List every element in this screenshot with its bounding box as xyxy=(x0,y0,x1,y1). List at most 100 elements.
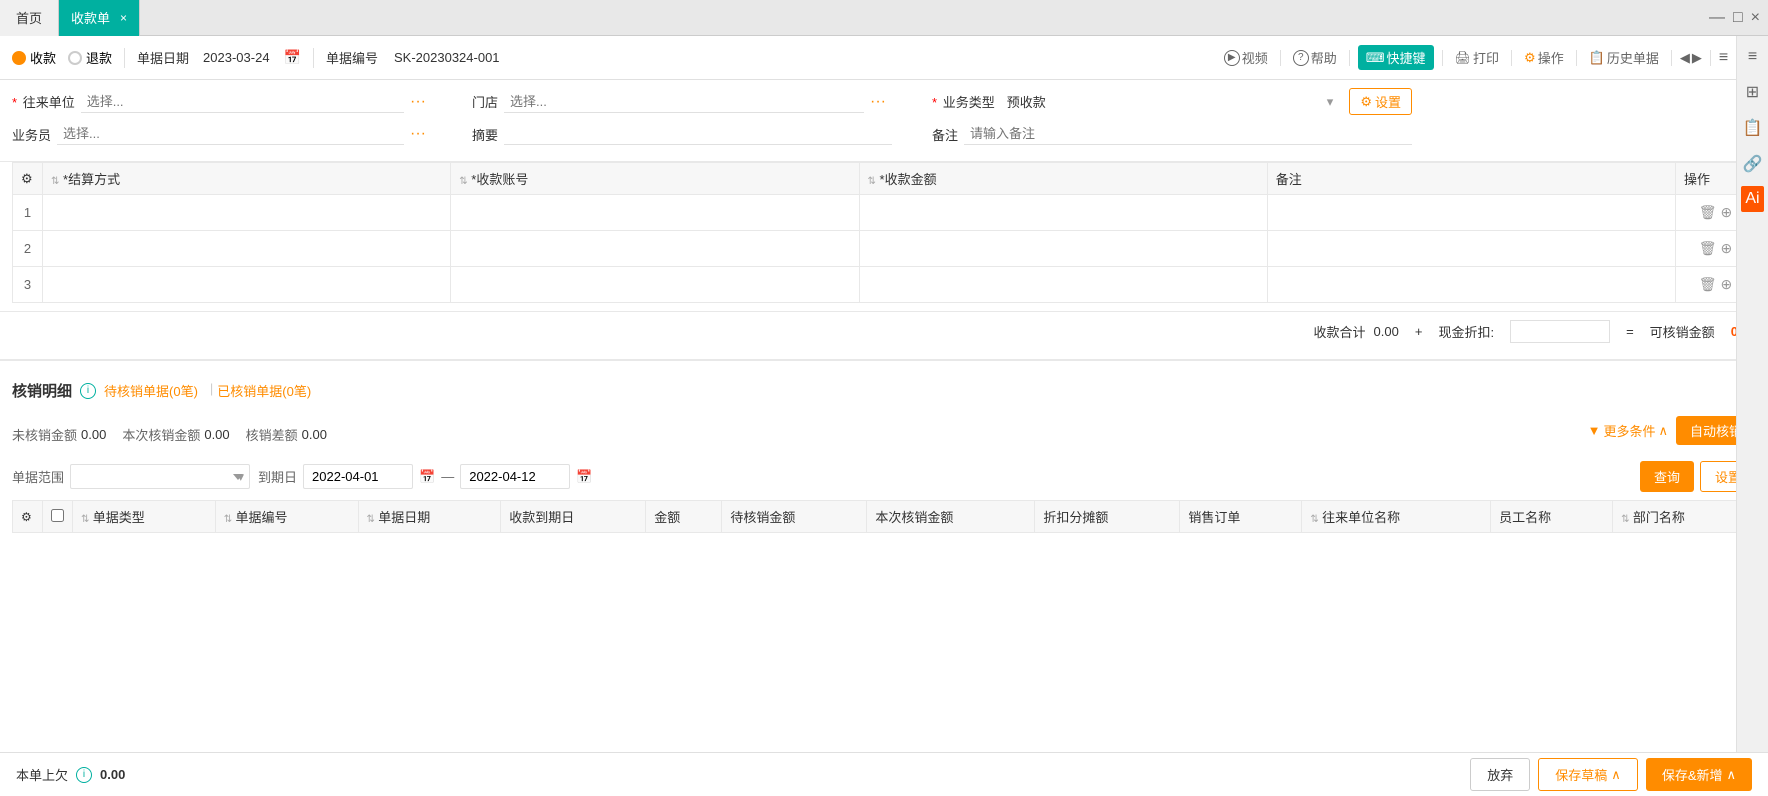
tab-done[interactable]: 已核销单据(0笔) xyxy=(217,381,319,400)
settle-method-input-1[interactable] xyxy=(43,195,450,230)
amount-3[interactable] xyxy=(859,267,1267,303)
tab-pending[interactable]: 待核销单据(0笔) xyxy=(104,381,206,400)
amount-input-3[interactable] xyxy=(860,267,1267,302)
help-icon: ? xyxy=(1293,50,1309,66)
salesperson-more-btn[interactable]: ··· xyxy=(404,125,432,143)
remark-input-2[interactable] xyxy=(1268,231,1675,266)
tab-bar-right: — □ × xyxy=(1709,9,1768,27)
account-num-input-1[interactable] xyxy=(451,195,858,230)
copy-icon-2[interactable]: ⊕ xyxy=(1721,240,1733,257)
remark-input[interactable] xyxy=(964,123,1412,145)
settle-method-input-2[interactable] xyxy=(43,231,450,266)
calendar-to-icon[interactable]: 📅 xyxy=(576,469,592,485)
sidebar-icon-table[interactable]: ≡ xyxy=(1744,44,1761,70)
verify-select-all[interactable] xyxy=(51,509,64,522)
table-header-row: ⚙ ⇅ *结算方式 ⇅ *收款账号 ⇅ *收款金额 备注 xyxy=(13,163,1756,195)
delete-icon-1[interactable]: 🗑 xyxy=(1699,204,1717,221)
table-row: 2 🗑 ⊕ xyxy=(13,231,1756,267)
th-employee: 员工名称 xyxy=(1491,501,1613,533)
history-btn[interactable]: 📋 历史单据 xyxy=(1585,46,1663,69)
bottom-info-icon[interactable]: i xyxy=(76,767,92,783)
sidebar-icon-clipboard[interactable]: 📋 xyxy=(1739,114,1767,142)
verify-gear-col[interactable]: ⚙ xyxy=(13,501,43,533)
summary-input[interactable] xyxy=(504,123,892,145)
sidebar-icon-ai[interactable]: Ai xyxy=(1741,186,1763,212)
counterparty-more-btn[interactable]: ··· xyxy=(404,93,432,111)
remark-input-3[interactable] xyxy=(1268,267,1675,302)
summary-label-text: 摘要 xyxy=(472,128,498,143)
th-dept: ⇅ 部门名称 xyxy=(1613,501,1756,533)
salesperson-input[interactable] xyxy=(57,123,404,145)
save-draft-btn[interactable]: 保存草稿 ∧ xyxy=(1538,758,1638,791)
abandon-btn[interactable]: 放弃 xyxy=(1470,758,1530,791)
account-num-1[interactable] xyxy=(451,195,859,231)
operation-btn[interactable]: ⚙ 操作 xyxy=(1520,46,1568,69)
store-more-btn[interactable]: ··· xyxy=(864,93,892,111)
range-select[interactable] xyxy=(70,464,250,489)
copy-icon-1[interactable]: ⊕ xyxy=(1721,204,1733,221)
counterparty-input[interactable] xyxy=(81,91,404,113)
settle-method-2[interactable] xyxy=(43,231,451,267)
history-icon: 📋 xyxy=(1589,50,1605,66)
settings-btn[interactable]: ⚙ 设置 xyxy=(1349,88,1412,115)
th-doc-type-label: 单据类型 xyxy=(93,510,145,525)
window-maximize-btn[interactable]: □ xyxy=(1733,9,1743,27)
remark-1[interactable] xyxy=(1267,195,1675,231)
settle-method-input-3[interactable] xyxy=(43,267,450,302)
total-plus: + xyxy=(1415,324,1423,339)
window-minimize-btn[interactable]: — xyxy=(1709,9,1725,27)
store-input[interactable] xyxy=(504,91,864,113)
layout-icon-1[interactable]: ≡ xyxy=(1719,49,1728,67)
delete-icon-3[interactable]: 🗑 xyxy=(1699,276,1717,293)
stat-diff: 核销差额 0.00 xyxy=(246,425,327,444)
more-conditions-btn[interactable]: ▼ 更多条件 ∧ xyxy=(1588,421,1668,440)
receipt-table: ⚙ ⇅ *结算方式 ⇅ *收款账号 ⇅ *收款金额 备注 xyxy=(12,162,1756,303)
copy-icon-3[interactable]: ⊕ xyxy=(1721,276,1733,293)
sidebar-icon-link[interactable]: 🔗 xyxy=(1739,150,1767,178)
table-gear-col[interactable]: ⚙ xyxy=(13,163,43,195)
salesperson-label-text: 业务员 xyxy=(12,128,51,143)
calendar-from-icon[interactable]: 📅 xyxy=(419,469,435,485)
print-btn[interactable]: 🖨 打印 xyxy=(1451,46,1504,69)
sidebar-icon-grid[interactable]: ⊞ xyxy=(1742,78,1763,106)
sort-doc-date: ⇅ xyxy=(367,514,375,525)
nav-prev-icon[interactable]: ◀ xyxy=(1680,50,1690,66)
unverified-label: 未核销金额 xyxy=(12,425,77,444)
radio-receive[interactable]: 收款 xyxy=(12,48,56,67)
delete-icon-2[interactable]: 🗑 xyxy=(1699,240,1717,257)
video-btn[interactable]: ▶ 视频 xyxy=(1220,46,1272,69)
amount-2[interactable] xyxy=(859,231,1267,267)
remark-2[interactable] xyxy=(1267,231,1675,267)
tab-close-icon[interactable]: × xyxy=(120,11,127,25)
save-new-btn[interactable]: 保存&新增 ∧ xyxy=(1646,758,1752,791)
remark-3[interactable] xyxy=(1267,267,1675,303)
help-btn[interactable]: ? 帮助 xyxy=(1289,46,1341,69)
date-to-input[interactable] xyxy=(460,464,570,489)
amount-input-1[interactable] xyxy=(860,195,1267,230)
account-num-input-2[interactable] xyxy=(451,231,858,266)
diff-val: 0.00 xyxy=(302,427,327,442)
calendar-icon[interactable]: 📅 xyxy=(284,49,301,66)
amount-input-2[interactable] xyxy=(860,231,1267,266)
account-num-input-3[interactable] xyxy=(451,267,858,302)
tab-home[interactable]: 首页 xyxy=(0,0,59,36)
current-val: 0.00 xyxy=(204,427,229,442)
window-close-btn[interactable]: × xyxy=(1751,9,1760,27)
shortcut-btn[interactable]: ⌨ 快捷键 xyxy=(1358,45,1434,70)
cash-discount-input[interactable] xyxy=(1510,320,1610,343)
nav-next-icon[interactable]: ▶ xyxy=(1692,50,1702,66)
bottom-actions: 放弃 保存草稿 ∧ 保存&新增 ∧ xyxy=(1470,758,1752,791)
tab-receipt[interactable]: 收款单 × xyxy=(59,0,140,36)
business-type-chevron[interactable]: ▾ xyxy=(1327,94,1334,110)
sort-counterparty: ⇅ xyxy=(1310,514,1318,525)
date-from-input[interactable] xyxy=(303,464,413,489)
account-num-2[interactable] xyxy=(451,231,859,267)
settle-method-3[interactable] xyxy=(43,267,451,303)
radio-refund[interactable]: 退款 xyxy=(68,48,112,67)
settle-method-1[interactable] xyxy=(43,195,451,231)
verify-info-icon[interactable]: i xyxy=(80,383,96,399)
amount-1[interactable] xyxy=(859,195,1267,231)
remark-input-1[interactable] xyxy=(1268,195,1675,230)
account-num-3[interactable] xyxy=(451,267,859,303)
query-btn[interactable]: 查询 xyxy=(1640,461,1694,492)
